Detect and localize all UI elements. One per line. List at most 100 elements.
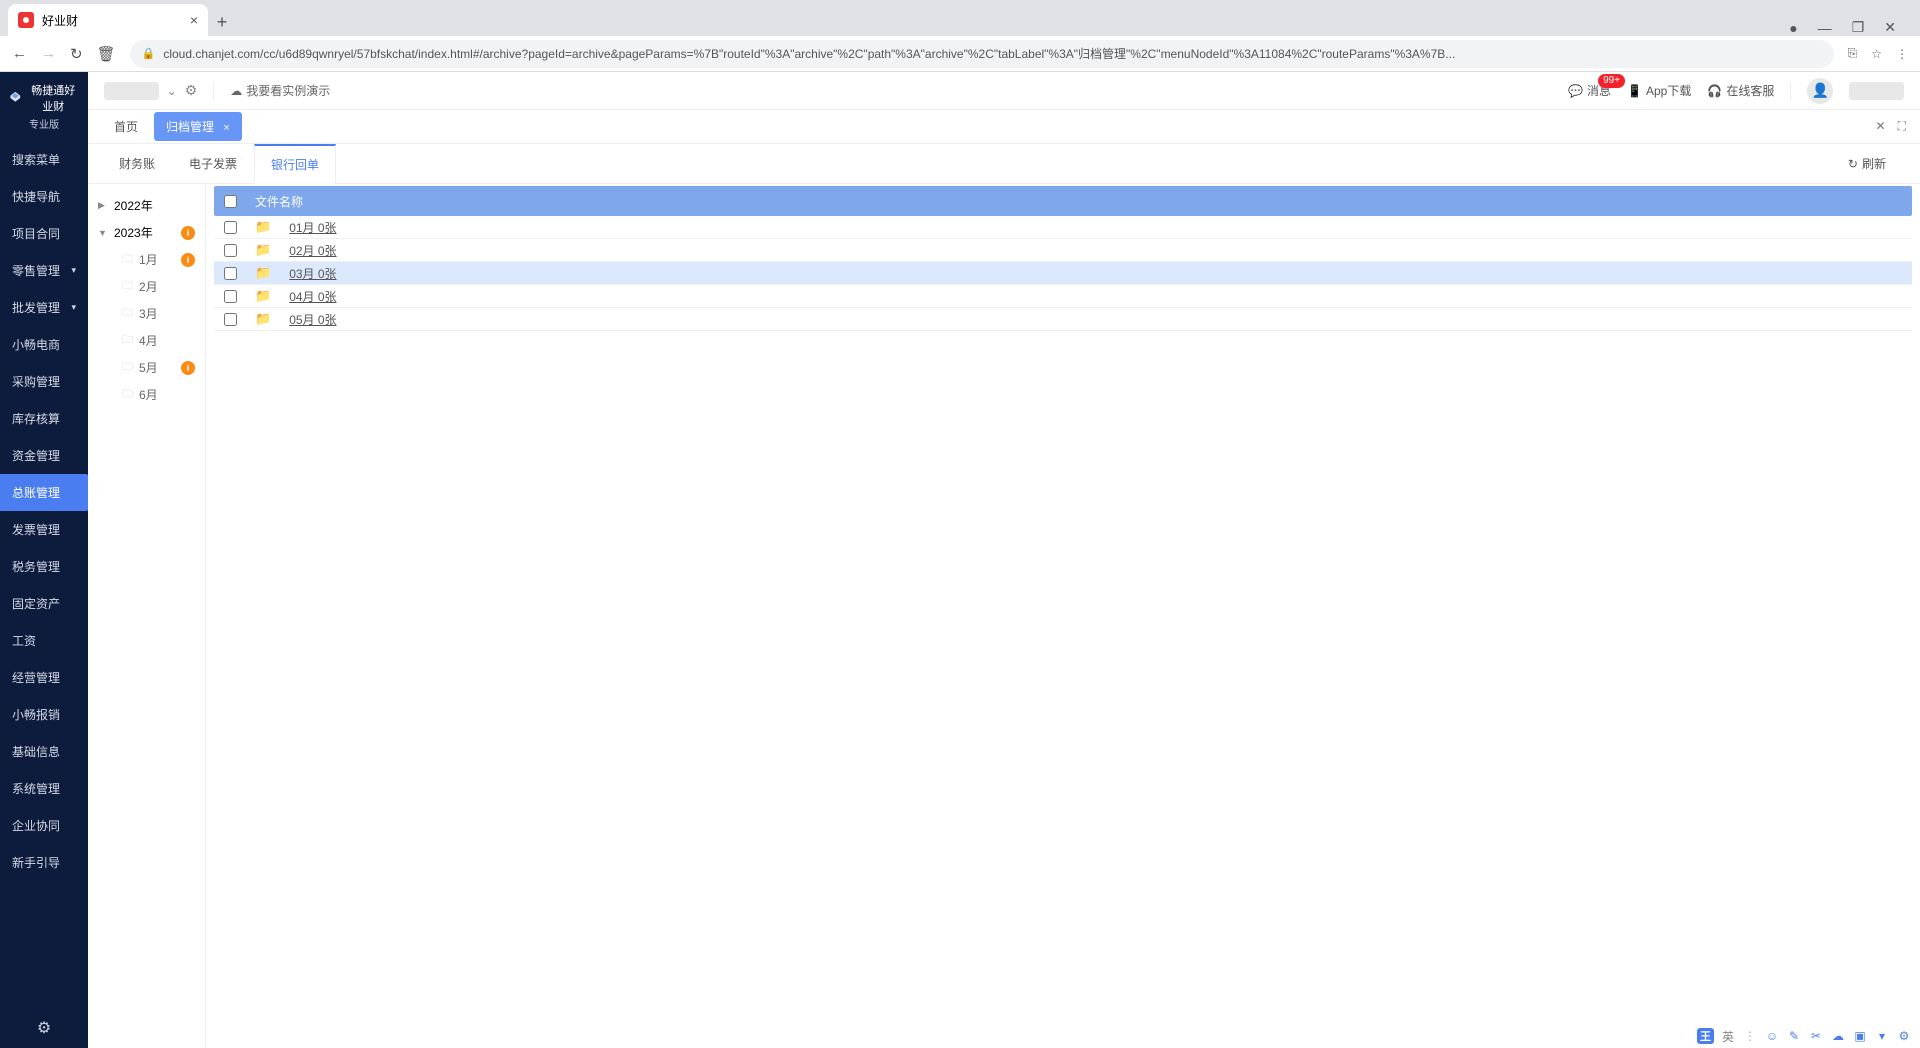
subtab-bank[interactable]: 银行回单 [254,144,336,184]
maximize-icon[interactable]: ❐ [1852,19,1865,36]
main: ⌄ ⚙ ☁ 我要看实例演示 💬 消息 99+ 📱 App下载 🎧 [88,72,1920,1048]
forward-button[interactable]: → [41,45,56,62]
tray-cloud-icon[interactable]: ☁ [1830,1028,1846,1044]
demo-link[interactable]: ☁ 我要看实例演示 [230,82,330,99]
subtab-finance[interactable]: 财务账 [102,144,172,183]
tree-month-label: 6月 [139,386,158,403]
file-name-link[interactable]: 04月 0张 [289,288,336,305]
sidebar-item-17[interactable]: 系统管理 [0,770,88,807]
delete-icon[interactable]: 🗑 [97,45,116,63]
sidebar-item-7[interactable]: 库存核算 [0,400,88,437]
file-row[interactable]: 📁02月 0张 [214,239,1912,262]
file-row[interactable]: 📁04月 0张 [214,285,1912,308]
sidebar-item-10[interactable]: 发票管理 [0,511,88,548]
header-right: 💬 消息 99+ 📱 App下载 🎧 在线客服 👤 [1568,78,1904,104]
demo-text: 我要看实例演示 [246,82,330,99]
sidebar-item-18[interactable]: 企业协同 [0,807,88,844]
messages-button[interactable]: 💬 消息 99+ [1568,82,1611,99]
tree-month-6[interactable]: 🗀6月 [88,381,205,408]
file-row-checkbox[interactable] [224,221,237,234]
file-row-checkbox[interactable] [224,267,237,280]
tree-month-1[interactable]: 🗀1月i [88,246,205,273]
tab-close-icon[interactable]: × [223,122,229,134]
browser-chrome: 好业财 × + ● — ❐ ✕ ← → ↻ 🗑 🔒 cloud.chanjet.… [0,0,1920,72]
online-service-button[interactable]: 🎧 在线客服 [1707,82,1774,99]
select-all-checkbox[interactable] [224,195,237,208]
tray-edit-icon[interactable]: ✎ [1786,1028,1802,1044]
sidebar-item-1[interactable]: 快捷导航 [0,178,88,215]
tree-year-2022[interactable]: ▶ 2022年 [88,192,205,219]
close-window-icon[interactable]: ✕ [1884,19,1896,36]
account-dot-icon[interactable]: ● [1789,20,1797,36]
refresh-button[interactable]: ↻ 刷新 [1848,155,1906,172]
ime-indicator-1[interactable]: 王 [1697,1028,1714,1044]
app-download-button[interactable]: 📱 App下载 [1627,82,1691,99]
sidebar-item-16[interactable]: 基础信息 [0,733,88,770]
close-all-tabs-icon[interactable]: ✕ [1876,119,1886,134]
sidebar-menu: 搜索菜单快捷导航项目合同零售管理▾批发管理▾ 小畅电商采购管理库存核算资金管理总账… [0,141,88,1008]
tree-month-4[interactable]: 🗀4月 [88,327,205,354]
tree-month-2[interactable]: 🗀2月 [88,273,205,300]
url-text: cloud.chanjet.com/cc/u6d89qwnryel/57bfsk… [163,45,1821,62]
tray-cut-icon[interactable]: ✂ [1808,1028,1824,1044]
browser-menu-icon[interactable]: ⋮ [1896,47,1908,61]
url-field[interactable]: 🔒 cloud.chanjet.com/cc/u6d89qwnryel/57bf… [130,40,1834,68]
back-button[interactable]: ← [12,45,27,62]
org-settings-icon[interactable]: ⚙ [185,82,198,99]
folder-outline-icon: 🗀 [122,358,133,377]
sidebar-item-12[interactable]: 固定资产 [0,585,88,622]
logo-text: 畅捷通好业财 [27,82,80,114]
ime-indicator-2[interactable]: 英 [1720,1028,1736,1044]
sidebar-item-19[interactable]: 新手引导 [0,844,88,881]
sidebar-item-14[interactable]: 经营管理 [0,659,88,696]
sidebar-settings-icon[interactable]: ⚙ [0,1008,88,1048]
file-row[interactable]: 📁03月 0张 [214,262,1912,285]
new-tab-button[interactable]: + [208,8,236,36]
sidebar-item-2[interactable]: 项目合同 [0,215,88,252]
tree-month-5[interactable]: 🗀5月i [88,354,205,381]
avatar[interactable]: 👤 [1807,78,1833,104]
tree-year-2023[interactable]: ▼ 2023年 i [88,219,205,246]
sidebar-item-label: 小畅电商 [12,336,60,353]
browser-tab[interactable]: 好业财 × [8,4,208,36]
file-row[interactable]: 📁05月 0张 [214,308,1912,331]
file-row-checkbox[interactable] [224,290,237,303]
sidebar-item-0[interactable]: 搜索菜单 [0,141,88,178]
sidebar-item-5[interactable]: 小畅电商 [0,326,88,363]
tree-year-2023-label: 2023年 [114,224,153,241]
reload-button[interactable]: ↻ [70,45,83,63]
tab-archive[interactable]: 归档管理 × [154,112,242,141]
sidebar-item-3[interactable]: 零售管理▾ [0,252,88,289]
sidebar-item-9[interactable]: 总账管理 [0,474,88,511]
fullscreen-icon[interactable]: ⛶ [1898,119,1906,134]
file-name-link[interactable]: 03月 0张 [289,265,336,282]
sidebar-item-4[interactable]: 批发管理▾ [0,289,88,326]
minimize-icon[interactable]: — [1818,20,1832,36]
sidebar-item-13[interactable]: 工资 [0,622,88,659]
file-name-link[interactable]: 05月 0张 [289,311,336,328]
sidebar-item-8[interactable]: 资金管理 [0,437,88,474]
tray-down-icon[interactable]: ▾ [1874,1028,1890,1044]
tab-close-icon[interactable]: × [190,12,198,28]
file-name-link[interactable]: 01月 0张 [289,219,336,236]
file-name-link[interactable]: 02月 0张 [289,242,336,259]
folder-icon: 📁 [255,219,271,235]
sidebar-item-15[interactable]: 小畅报销 [0,696,88,733]
tray-image-icon[interactable]: ▣ [1852,1028,1868,1044]
file-table-header: 文件名称 [214,186,1912,216]
bookmark-star-icon[interactable]: ☆ [1871,47,1882,61]
file-row[interactable]: 📁 01月 0张 [214,216,1912,239]
install-app-icon[interactable]: ⎘ [1848,46,1858,61]
file-row-checkbox[interactable] [224,313,237,326]
org-selector[interactable]: ⌄ ⚙ [104,82,197,100]
tab-favicon-icon [18,12,34,28]
tab-home[interactable]: 首页 [102,112,150,141]
tray-gear-icon[interactable]: ⚙ [1896,1028,1912,1044]
tray-smile-icon[interactable]: ☺ [1764,1028,1780,1044]
browser-tab-bar: 好业财 × + ● — ❐ ✕ [0,0,1920,36]
file-row-checkbox[interactable] [224,244,237,257]
subtab-einvoice[interactable]: 电子发票 [172,144,254,183]
tree-month-3[interactable]: 🗀3月 [88,300,205,327]
sidebar-item-6[interactable]: 采购管理 [0,363,88,400]
sidebar-item-11[interactable]: 税务管理 [0,548,88,585]
